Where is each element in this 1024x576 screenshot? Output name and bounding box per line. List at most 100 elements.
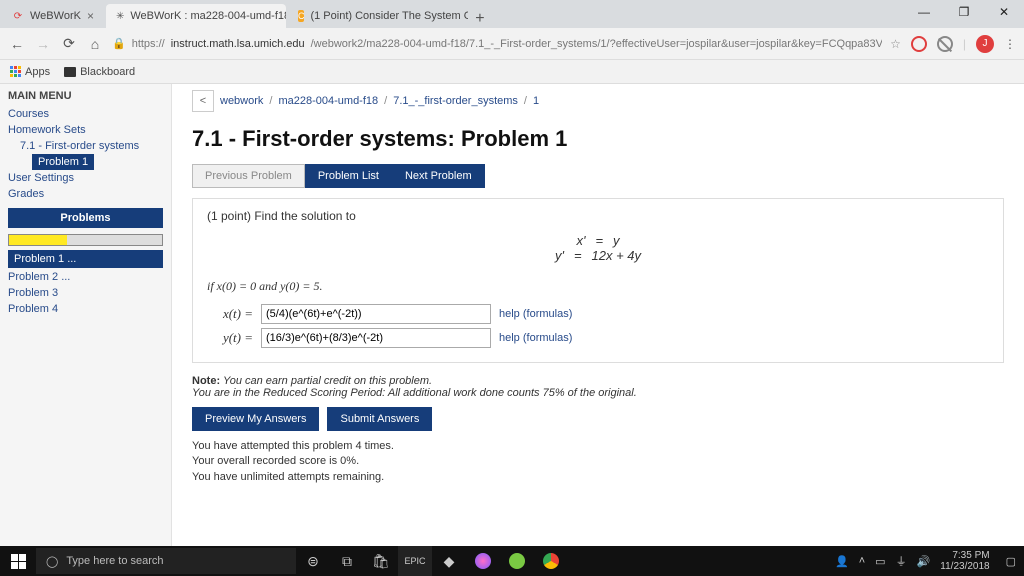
apps-icon bbox=[10, 66, 21, 77]
submit-answers-button[interactable]: Submit Answers bbox=[327, 407, 432, 431]
problems-header: Problems bbox=[8, 208, 163, 228]
sidebar-hw-item[interactable]: 7.1 - First-order systems bbox=[8, 138, 163, 154]
lock-icon: 🔒 bbox=[112, 37, 126, 50]
breadcrumb-set[interactable]: 7.1_-_first-order_systems bbox=[393, 95, 518, 107]
noscript-icon[interactable] bbox=[937, 36, 953, 52]
close-button[interactable]: ✕ bbox=[984, 0, 1024, 24]
browser-navbar: ← → ⟳ ⌂ 🔒 https://instruct.math.lsa.umic… bbox=[0, 28, 1024, 60]
sidebar-problem-3[interactable]: Problem 3 bbox=[8, 285, 163, 301]
previous-problem-button[interactable]: Previous Problem bbox=[192, 164, 305, 188]
answer-y-input[interactable] bbox=[261, 328, 491, 348]
search-icon: ◯ bbox=[46, 555, 58, 568]
problem-intro: (1 point) Find the solution to bbox=[207, 209, 989, 223]
tab-1[interactable]: ⟳ WeBWorK × bbox=[2, 4, 104, 28]
answer-x-label: x(t) = bbox=[207, 306, 253, 322]
store-icon[interactable]: 🛍 bbox=[364, 546, 398, 576]
battery-icon[interactable]: ▭ bbox=[875, 555, 885, 568]
status-score: Your overall recorded score is 0%. bbox=[192, 454, 1004, 469]
epic-icon[interactable]: EPIC bbox=[398, 546, 432, 576]
apps-label: Apps bbox=[25, 66, 50, 78]
sidebar-problem-2[interactable]: Problem 2 ... bbox=[8, 269, 163, 285]
window-controls: — ❐ ✕ bbox=[904, 0, 1024, 24]
blackboard-bookmark[interactable]: Blackboard bbox=[64, 66, 135, 78]
browser-titlebar: ⟳ WeBWorK × ✳ WeBWorK : ma228-004-umd-f1… bbox=[0, 0, 1024, 28]
avatar[interactable]: J bbox=[976, 35, 994, 53]
sidebar-homework-sets[interactable]: Homework Sets bbox=[8, 122, 163, 138]
sidebar-courses[interactable]: Courses bbox=[8, 106, 163, 122]
breadcrumb-course[interactable]: ma228-004-umd-f18 bbox=[278, 95, 378, 107]
itunes-icon[interactable] bbox=[466, 546, 500, 576]
initial-conditions: if x(0) = 0 and y(0) = 5. bbox=[207, 279, 989, 294]
star-icon[interactable]: ☆ bbox=[890, 37, 901, 51]
reload-icon[interactable]: ⟳ bbox=[60, 35, 78, 53]
new-tab-button[interactable]: + bbox=[468, 10, 492, 28]
system-tray: 👤 ˄ ▭ ⏚ 🔊 7:35 PM 11/23/2018 ▢ bbox=[827, 550, 1024, 572]
menu-icon[interactable]: ⋮ bbox=[1004, 37, 1016, 51]
next-problem-button[interactable]: Next Problem bbox=[392, 164, 485, 188]
preview-answers-button[interactable]: Preview My Answers bbox=[192, 407, 319, 431]
sidebar-problem-1-pill[interactable]: Problem 1 bbox=[32, 154, 94, 170]
url-host: instruct.math.lsa.umich.edu bbox=[171, 38, 305, 50]
close-icon[interactable]: × bbox=[87, 9, 94, 23]
forward-icon[interactable]: → bbox=[34, 35, 52, 53]
status-remaining: You have unlimited attempts remaining. bbox=[192, 470, 1004, 485]
tab-icon: ✳ bbox=[116, 10, 124, 22]
people-icon[interactable]: 👤 bbox=[835, 555, 849, 568]
breadcrumb-problem: 1 bbox=[533, 95, 539, 107]
cortana-icon[interactable]: ⊜ bbox=[296, 546, 330, 576]
search-placeholder: Type here to search bbox=[66, 555, 163, 567]
start-button[interactable] bbox=[0, 554, 36, 569]
minimize-button[interactable]: — bbox=[904, 0, 944, 24]
blackboard-label: Blackboard bbox=[80, 66, 135, 78]
problem-list-button[interactable]: Problem List bbox=[305, 164, 392, 188]
notifications-icon[interactable]: ▢ bbox=[1006, 555, 1016, 568]
tab-title: (1 Point) Consider The System O bbox=[310, 10, 468, 22]
answer-row-y: y(t) = help (formulas) bbox=[207, 328, 989, 348]
breadcrumb-webwork[interactable]: webwork bbox=[220, 95, 263, 107]
breadcrumb: < webwork/ ma228-004-umd-f18/ 7.1_-_firs… bbox=[192, 90, 1004, 112]
home-icon[interactable]: ⌂ bbox=[86, 35, 104, 53]
equation-block: x'=y y'=12x + 4y bbox=[207, 233, 989, 263]
task-view-icon[interactable]: ⧉ bbox=[330, 546, 364, 576]
sidebar-user-settings[interactable]: User Settings bbox=[8, 170, 163, 186]
url-bar[interactable]: 🔒 https://instruct.math.lsa.umich.edu/we… bbox=[112, 37, 882, 50]
url-path: /webwork2/ma228-004-umd-f18/7.1_-_First-… bbox=[311, 38, 882, 50]
problem-box: (1 point) Find the solution to x'=y y'=1… bbox=[192, 198, 1004, 363]
submit-row: Preview My Answers Submit Answers bbox=[192, 407, 1004, 431]
help-formulas-link[interactable]: help (formulas) bbox=[499, 332, 572, 344]
answer-row-x: x(t) = help (formulas) bbox=[207, 304, 989, 324]
clock[interactable]: 7:35 PM 11/23/2018 bbox=[940, 550, 995, 572]
volume-icon[interactable]: 🔊 bbox=[917, 555, 931, 568]
apps-bookmark[interactable]: Apps bbox=[10, 66, 50, 78]
tray-up-icon[interactable]: ˄ bbox=[859, 555, 865, 567]
back-icon[interactable]: ← bbox=[8, 35, 26, 53]
status-attempts: You have attempted this problem 4 times. bbox=[192, 439, 1004, 454]
blackboard-icon bbox=[64, 67, 76, 77]
tab-title: WeBWorK : ma228-004-umd-f18 bbox=[130, 10, 286, 22]
main-menu-heading: MAIN MENU bbox=[8, 90, 163, 102]
tab-title: WeBWorK bbox=[30, 10, 81, 22]
sidebar-problem-4[interactable]: Problem 4 bbox=[8, 301, 163, 317]
note-text: Note: You can earn partial credit on thi… bbox=[192, 375, 1004, 399]
help-formulas-link[interactable]: help (formulas) bbox=[499, 308, 572, 320]
utorrent-icon[interactable] bbox=[500, 546, 534, 576]
sidebar-problem-1[interactable]: Problem 1 ... bbox=[8, 250, 163, 268]
maximize-button[interactable]: ❐ bbox=[944, 0, 984, 24]
wifi-icon[interactable]: ⏚ bbox=[896, 553, 907, 569]
answer-x-input[interactable] bbox=[261, 304, 491, 324]
answer-y-label: y(t) = bbox=[207, 330, 253, 346]
tab-3[interactable]: C (1 Point) Consider The System O × bbox=[288, 4, 468, 28]
chrome-icon[interactable] bbox=[534, 546, 568, 576]
taskbar-search[interactable]: ◯ Type here to search bbox=[36, 548, 296, 574]
taskbar: ◯ Type here to search ⊜ ⧉ 🛍 EPIC ◆ 👤 ˄ ▭… bbox=[0, 546, 1024, 576]
sidebar: MAIN MENU Courses Homework Sets 7.1 - Fi… bbox=[0, 84, 172, 546]
breadcrumb-back[interactable]: < bbox=[192, 90, 214, 112]
tab-2[interactable]: ✳ WeBWorK : ma228-004-umd-f18 × bbox=[106, 4, 286, 28]
extension-icon[interactable] bbox=[911, 36, 927, 52]
page-title: 7.1 - First-order systems: Problem 1 bbox=[192, 126, 1004, 152]
progress-bar bbox=[8, 234, 163, 246]
app-icon[interactable]: ◆ bbox=[432, 546, 466, 576]
status-lines: You have attempted this problem 4 times.… bbox=[192, 439, 1004, 485]
sidebar-grades[interactable]: Grades bbox=[8, 186, 163, 202]
windows-icon bbox=[11, 554, 26, 569]
